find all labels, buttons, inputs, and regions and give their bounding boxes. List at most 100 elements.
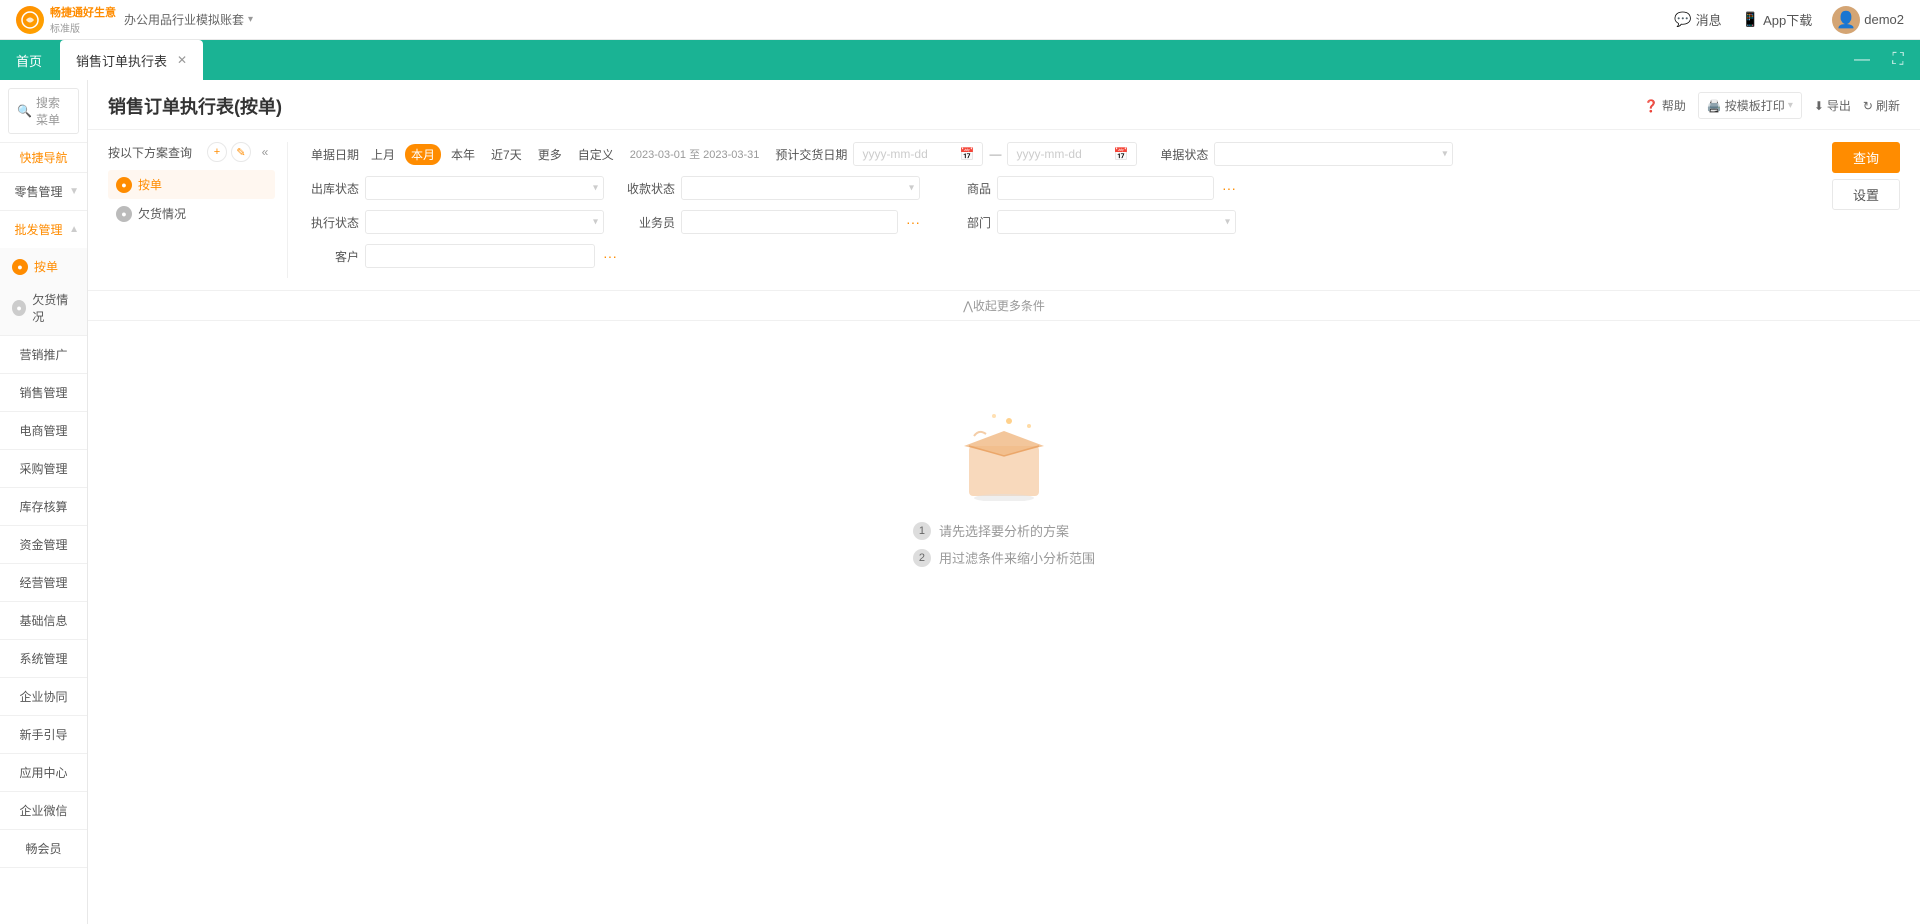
filter-sidebar: 按以下方案查询 + ✎ « ● 按单 ● 欠货情况 bbox=[108, 142, 288, 278]
bill-status-label: 单据状态 bbox=[1153, 146, 1208, 163]
date-filter-group: 上月 本月 本年 近7天 更多 自定义 bbox=[365, 144, 620, 165]
sidebar-item-ecommerce[interactable]: 电商管理 bbox=[0, 412, 87, 449]
execution-select-wrapper: 全部 ▾ bbox=[365, 210, 604, 234]
header-right: 💬 消息 📱 App下载 👤 demo2 bbox=[1674, 6, 1904, 34]
sidebar-sub-item-order[interactable]: ● 按单 bbox=[0, 250, 87, 283]
page-title: 销售订单执行表(按单) bbox=[108, 93, 282, 119]
collapse-bar[interactable]: ⋀ 收起更多条件 bbox=[88, 291, 1920, 321]
order-icon: ● bbox=[12, 259, 28, 275]
tab-sales-order[interactable]: 销售订单执行表 ✕ bbox=[60, 40, 203, 80]
chevron-right-icon: ▼ bbox=[69, 186, 79, 197]
tab-maximize-button[interactable]: ⛶ bbox=[1884, 46, 1912, 74]
phone-icon: 📱 bbox=[1742, 11, 1759, 28]
bill-status-select[interactable]: 全部 未审核 已审核 已关闭 bbox=[1214, 142, 1453, 166]
sidebar-item-sales[interactable]: 销售管理 bbox=[0, 374, 87, 411]
sidebar-item-system[interactable]: 系统管理 bbox=[0, 640, 87, 677]
query-button[interactable]: 查询 bbox=[1832, 142, 1900, 173]
edit-scheme-button[interactable]: ✎ bbox=[231, 142, 251, 162]
execution-status-select[interactable]: 全部 bbox=[365, 210, 604, 234]
filter-sidebar-label: 按以下方案查询 bbox=[108, 144, 192, 161]
message-button[interactable]: 💬 消息 bbox=[1674, 10, 1721, 29]
sidebar-section-marketing: 营销推广 bbox=[0, 336, 87, 374]
sidebar-section-finance: 资金管理 bbox=[0, 526, 87, 564]
export-button[interactable]: ⬇ 导出 bbox=[1814, 97, 1851, 114]
filter-row-1: 单据日期 上月 本月 本年 近7天 更多 自定义 2023-03-01 至 20… bbox=[304, 142, 1816, 166]
filter-row-3: 执行状态 全部 ▾ 业务员 bbox=[304, 210, 1816, 234]
date-tab-thisyear[interactable]: 本年 bbox=[445, 144, 481, 165]
date-separator: — bbox=[989, 147, 1001, 161]
sidebar-item-finance[interactable]: 资金管理 bbox=[0, 526, 87, 563]
sidebar-item-purchase[interactable]: 采购管理 bbox=[0, 450, 87, 487]
date-tab-thismonth[interactable]: 本月 bbox=[405, 144, 441, 165]
sidebar-item-guide[interactable]: 新手引导 bbox=[0, 716, 87, 753]
date-tab-custom[interactable]: 自定义 bbox=[572, 144, 620, 165]
date-tab-more[interactable]: 更多 bbox=[532, 144, 568, 165]
delivery-start-placeholder: yyyy-mm-dd bbox=[862, 147, 927, 161]
sidebar-item-wechat[interactable]: 企业微信 bbox=[0, 792, 87, 829]
tab-minimize-button[interactable]: — bbox=[1848, 46, 1876, 74]
sidebar-quick-nav[interactable]: 快捷导航 bbox=[0, 143, 87, 173]
sidebar-item-operations[interactable]: 经营管理 bbox=[0, 564, 87, 601]
logo-text: 畅捷通好生意 标准版 bbox=[50, 4, 116, 35]
execution-label: 执行状态 bbox=[304, 214, 359, 231]
warehouse-status-select[interactable]: 全部 未出库 部分出库 全部出库 bbox=[365, 176, 604, 200]
sidebar-item-basic[interactable]: 基础信息 bbox=[0, 602, 87, 639]
filter-scheme-shortage[interactable]: ● 欠货情况 bbox=[108, 199, 275, 228]
payment-select-wrapper: 全部 未收款 部分收款 全部收款 ▾ bbox=[681, 176, 920, 200]
search-menu-button[interactable]: 🔍 搜索菜单 bbox=[8, 88, 79, 134]
tab-home[interactable]: 首页 bbox=[0, 40, 58, 80]
sidebar-section-enterprise: 企业协同 bbox=[0, 678, 87, 716]
account-selector[interactable]: 办公用品行业模拟账套 ▾ bbox=[124, 11, 253, 28]
empty-state: 1 请先选择要分析的方案 2 用过滤条件来缩小分析范围 bbox=[88, 321, 1920, 647]
print-icon: 🖨️ bbox=[1707, 99, 1722, 113]
sidebar-sub-item-shortage[interactable]: ● 欠货情况 bbox=[0, 283, 87, 333]
sidebar-item-member[interactable]: 畅会员 bbox=[0, 830, 87, 867]
product-more-button[interactable]: ··· bbox=[1222, 180, 1236, 196]
print-button[interactable]: 🖨️ 按模板打印 ▾ bbox=[1698, 92, 1802, 119]
page-header: 销售订单执行表(按单) ❓ 帮助 🖨️ 按模板打印 ▾ ⬇ 导出 bbox=[88, 80, 1920, 130]
sidebar-item-retail[interactable]: 零售管理 ▼ bbox=[0, 173, 87, 210]
filter-field-payment: 收款状态 全部 未收款 部分收款 全部收款 ▾ bbox=[620, 176, 920, 200]
customer-more-button[interactable]: ··· bbox=[603, 248, 617, 264]
sidebar-item-wholesale[interactable]: 批发管理 ▲ bbox=[0, 211, 87, 248]
scheme-icon: ● bbox=[116, 206, 132, 222]
page-header-actions: ❓ 帮助 🖨️ 按模板打印 ▾ ⬇ 导出 ↻ 刷新 bbox=[1644, 92, 1900, 119]
sidebar-item-inventory[interactable]: 库存核算 bbox=[0, 488, 87, 525]
settings-button[interactable]: 设置 bbox=[1832, 179, 1900, 210]
sidebar-item-enterprise[interactable]: 企业协同 bbox=[0, 678, 87, 715]
salesperson-more-button[interactable]: ··· bbox=[906, 214, 920, 230]
sidebar-item-marketing[interactable]: 营销推广 bbox=[0, 336, 87, 373]
add-scheme-button[interactable]: + bbox=[207, 142, 227, 162]
sidebar-item-appstore[interactable]: 应用中心 bbox=[0, 754, 87, 791]
customer-input[interactable] bbox=[365, 244, 595, 268]
avatar: 👤 bbox=[1832, 6, 1860, 34]
hint-num-2: 2 bbox=[913, 549, 931, 567]
empty-hint-1: 1 请先选择要分析的方案 bbox=[913, 521, 1069, 540]
logo-icon bbox=[16, 6, 44, 34]
department-label: 部门 bbox=[936, 214, 991, 231]
date-tab-lastmonth[interactable]: 上月 bbox=[365, 144, 401, 165]
print-dropdown-icon: ▾ bbox=[1788, 100, 1793, 111]
filter-form: 单据日期 上月 本月 本年 近7天 更多 自定义 2023-03-01 至 20… bbox=[288, 142, 1816, 278]
collapse-scheme-button[interactable]: « bbox=[255, 142, 275, 162]
message-icon: 💬 bbox=[1674, 11, 1691, 28]
delivery-date-end[interactable]: yyyy-mm-dd 📅 bbox=[1007, 142, 1137, 166]
delivery-date-start[interactable]: yyyy-mm-dd 📅 bbox=[853, 142, 983, 166]
refresh-button[interactable]: ↻ 刷新 bbox=[1863, 97, 1900, 114]
payment-status-select[interactable]: 全部 未收款 部分收款 全部收款 bbox=[681, 176, 920, 200]
user-profile[interactable]: 👤 demo2 bbox=[1832, 6, 1904, 34]
filter-scheme-order[interactable]: ● 按单 bbox=[108, 170, 275, 199]
sidebar-search-area: 🔍 搜索菜单 bbox=[0, 80, 87, 143]
tab-close-icon[interactable]: ✕ bbox=[177, 53, 187, 67]
department-select[interactable] bbox=[997, 210, 1236, 234]
filter-field-date: 单据日期 上月 本月 本年 近7天 更多 自定义 2023-03-01 至 20… bbox=[304, 144, 759, 165]
help-button[interactable]: ❓ 帮助 bbox=[1644, 97, 1686, 114]
app-download-button[interactable]: 📱 App下载 bbox=[1742, 10, 1813, 29]
logo-area: 畅捷通好生意 标准版 bbox=[16, 4, 116, 35]
collapse-label: 收起更多条件 bbox=[973, 297, 1045, 314]
date-tab-last7days[interactable]: 近7天 bbox=[485, 144, 528, 165]
filter-field-product: 商品 ··· bbox=[936, 176, 1236, 200]
payment-label: 收款状态 bbox=[620, 180, 675, 197]
product-input[interactable] bbox=[997, 176, 1214, 200]
salesperson-input[interactable] bbox=[681, 210, 898, 234]
